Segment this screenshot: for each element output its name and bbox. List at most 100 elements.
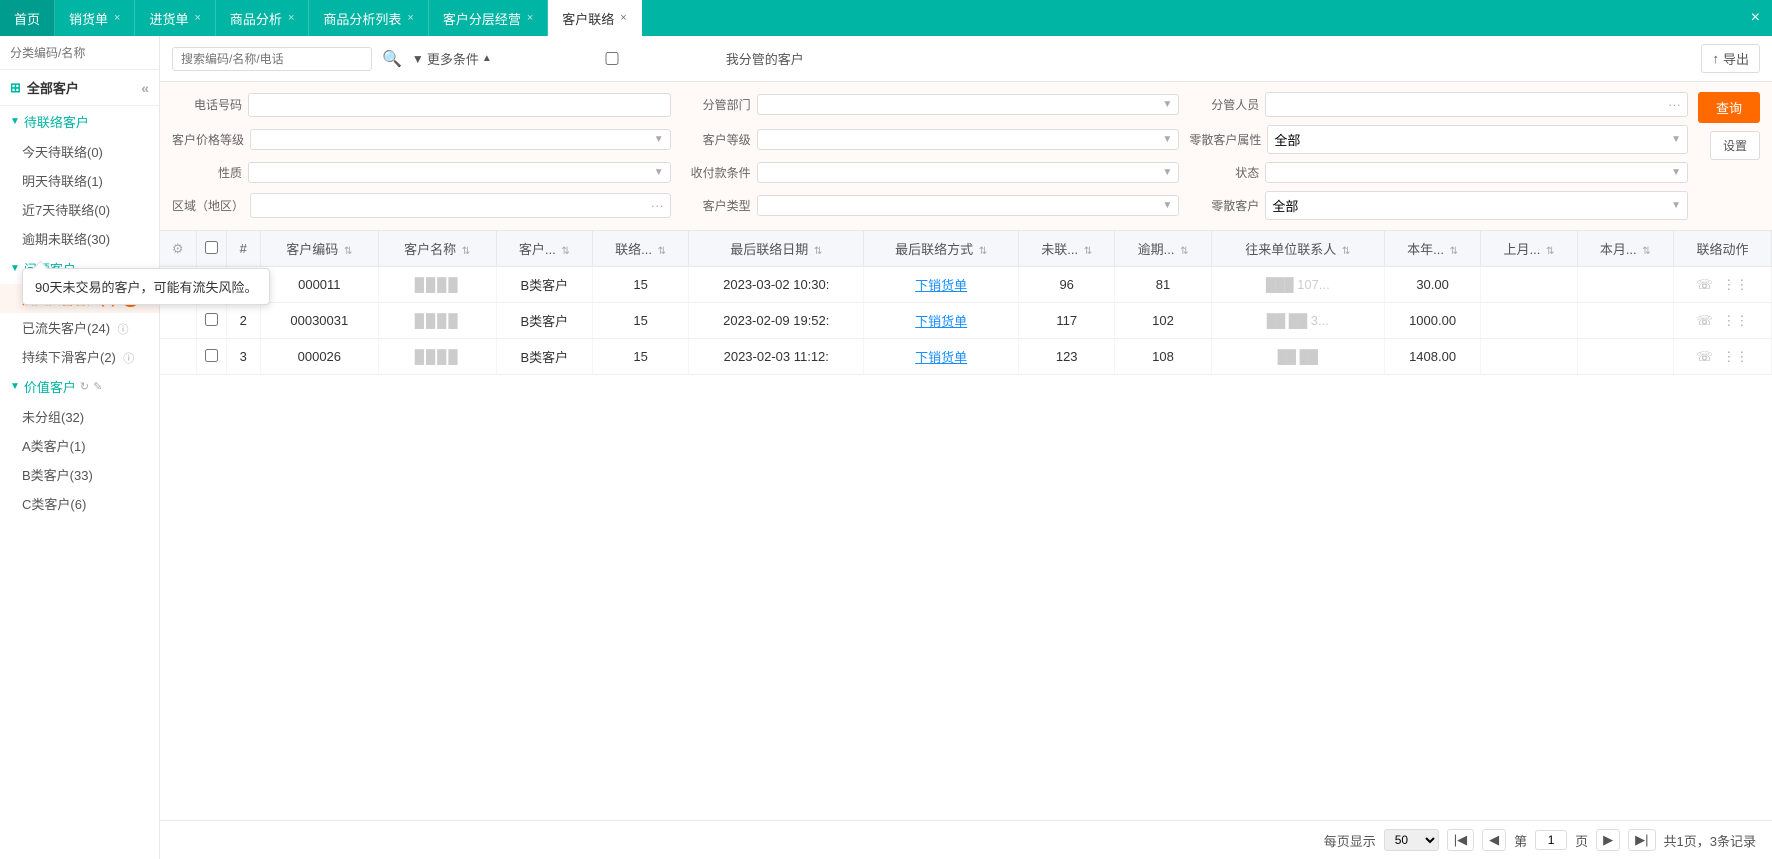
customer-tier-select[interactable]: ▼ bbox=[757, 129, 1180, 150]
filter-icon: ▼ bbox=[412, 52, 424, 66]
filter-zero-customer: 零散客户 全部 ▼ bbox=[1189, 191, 1688, 220]
window-close-btn[interactable]: × bbox=[1739, 9, 1772, 27]
next-page-btn[interactable]: ▶ bbox=[1596, 829, 1620, 851]
action-contact-icon[interactable]: ☏ bbox=[1697, 313, 1713, 328]
sidebar-search-input[interactable] bbox=[10, 46, 160, 60]
th-contact-person[interactable]: 往来单位联系人 ⇅ bbox=[1211, 231, 1384, 267]
th-this-month[interactable]: 本月... ⇅ bbox=[1577, 231, 1673, 267]
row-last-method[interactable]: 下销货单 bbox=[864, 267, 1019, 303]
action-contact-icon[interactable]: ☏ bbox=[1697, 277, 1713, 292]
export-button[interactable]: ↑ 导出 bbox=[1701, 44, 1760, 73]
action-more-icon[interactable]: ⋮⋮ bbox=[1722, 349, 1748, 364]
tab-customer-contact[interactable]: 客户联络 × bbox=[548, 0, 641, 36]
group-value[interactable]: ▼ 价值客户 ↻ ✎ bbox=[0, 371, 159, 402]
row-checkbox[interactable] bbox=[205, 313, 218, 326]
th-code[interactable]: 客户编码 ⇅ bbox=[260, 231, 378, 267]
tab-customer-tier[interactable]: 客户分层经营 × bbox=[429, 0, 548, 36]
row-overdue: 102 bbox=[1115, 303, 1211, 339]
more-conditions-toggle[interactable]: ▼ 更多条件 ▲ bbox=[412, 49, 492, 68]
price-tier-select[interactable]: ▼ bbox=[250, 129, 671, 150]
row-last-date: 2023-02-03 11:12: bbox=[689, 339, 864, 375]
region-dots[interactable]: ··· bbox=[651, 198, 664, 213]
page-number-input[interactable] bbox=[1535, 830, 1567, 850]
my-customers-checkbox[interactable] bbox=[502, 52, 722, 65]
sidebar-item-declining[interactable]: 持续下滑客户(2) ⓘ bbox=[0, 342, 159, 371]
tab-customer-contact-close[interactable]: × bbox=[620, 12, 626, 24]
tab-customer-tier-close[interactable]: × bbox=[527, 12, 533, 24]
prev-page-btn[interactable]: ◀ bbox=[1482, 829, 1506, 851]
customer-type-select[interactable]: ▼ bbox=[757, 195, 1180, 216]
th-contact[interactable]: 联络... ⇅ bbox=[592, 231, 688, 267]
my-customers-filter[interactable]: 我分管的客户 bbox=[502, 49, 804, 68]
search-button[interactable]: 🔍 bbox=[382, 49, 402, 69]
row-checkbox[interactable] bbox=[205, 349, 218, 362]
th-annual[interactable]: 本年... ⇅ bbox=[1384, 231, 1480, 267]
action-more-icon[interactable]: ⋮⋮ bbox=[1722, 277, 1748, 292]
th-unlisted[interactable]: 未联... ⇅ bbox=[1019, 231, 1115, 267]
th-name[interactable]: 客户名称 ⇅ bbox=[378, 231, 496, 267]
tab-goods-analysis[interactable]: 商品分析 × bbox=[216, 0, 309, 36]
th-type[interactable]: 客户... ⇅ bbox=[496, 231, 592, 267]
sort-type-icon: ⇅ bbox=[561, 246, 569, 257]
tab-goods-analysis-list[interactable]: 商品分析列表 × bbox=[309, 0, 428, 36]
person-select[interactable]: ··· bbox=[1265, 92, 1688, 117]
sidebar-item-tier-b[interactable]: B类客户(33) bbox=[0, 460, 159, 489]
region-select[interactable]: ··· bbox=[250, 193, 671, 218]
last-page-btn[interactable]: ▶| bbox=[1628, 829, 1655, 851]
tab-purchase-close[interactable]: × bbox=[194, 12, 200, 24]
gender-select[interactable]: ▼ bbox=[248, 162, 671, 183]
th-last-month[interactable]: 上月... ⇅ bbox=[1481, 231, 1577, 267]
row-no: 2 bbox=[226, 303, 260, 339]
sidebar-item-today[interactable]: 今天待联络(0) bbox=[0, 137, 159, 166]
th-overdue[interactable]: 逾期... ⇅ bbox=[1115, 231, 1211, 267]
action-more-icon[interactable]: ⋮⋮ bbox=[1722, 313, 1748, 328]
sidebar-item-tier-c[interactable]: C类客户(6) bbox=[0, 489, 159, 518]
status-select[interactable]: ▼ bbox=[1265, 162, 1688, 183]
zero-attr-select[interactable]: 全部 ▼ bbox=[1267, 125, 1688, 154]
row-last-month bbox=[1481, 303, 1577, 339]
group-pending[interactable]: ▼ 待联络客户 bbox=[0, 106, 159, 137]
sidebar-collapse-btn[interactable]: « bbox=[141, 80, 149, 96]
page-size-select[interactable]: 50 100 200 bbox=[1384, 829, 1439, 851]
sidebar-item-overdue[interactable]: 逾期未联络(30) bbox=[0, 224, 159, 253]
sidebar-root[interactable]: ⊞ 全部客户 « bbox=[0, 70, 159, 106]
tab-sales[interactable]: 销货单 × bbox=[55, 0, 135, 36]
sidebar-item-7days[interactable]: 近7天待联络(0) bbox=[0, 195, 159, 224]
sidebar-item-ungrouped[interactable]: 未分组(32) bbox=[0, 402, 159, 431]
action-contact-icon[interactable]: ☏ bbox=[1697, 349, 1713, 364]
value-edit-icon[interactable]: ✎ bbox=[93, 380, 102, 393]
tab-sales-close[interactable]: × bbox=[114, 12, 120, 24]
th-no: # bbox=[226, 231, 260, 267]
row-contact-person: ███ 107... bbox=[1211, 267, 1384, 303]
settings-icon[interactable]: ⚙ bbox=[172, 241, 184, 256]
first-page-btn[interactable]: |◀ bbox=[1447, 829, 1474, 851]
filter-row-3: 性质 ▼ 收付款条件 ▼ bbox=[172, 162, 1688, 183]
select-all-checkbox[interactable] bbox=[205, 241, 218, 254]
export-icon: ↑ bbox=[1712, 51, 1719, 66]
query-button[interactable]: 查询 bbox=[1698, 92, 1760, 123]
row-contact: 15 bbox=[592, 303, 688, 339]
person-dots[interactable]: ··· bbox=[1668, 97, 1681, 112]
zero-customer-select[interactable]: 全部 ▼ bbox=[1265, 191, 1688, 220]
th-last-method[interactable]: 最后联络方式 ⇅ bbox=[864, 231, 1019, 267]
setting-button[interactable]: 设置 bbox=[1710, 131, 1760, 160]
row-last-method[interactable]: 下销货单 bbox=[864, 339, 1019, 375]
row-last-method[interactable]: 下销货单 bbox=[864, 303, 1019, 339]
th-settings[interactable]: ⚙ bbox=[160, 231, 196, 267]
sidebar: 🔍 ⊞ 全部客户 « ▼ 待联络客户 今天待联络(0) 明天待联络(1) 近7天… bbox=[0, 36, 160, 859]
tab-purchase[interactable]: 进货单 × bbox=[135, 0, 215, 36]
tab-goods-analysis-close[interactable]: × bbox=[288, 12, 294, 24]
phone-input[interactable] bbox=[248, 93, 671, 117]
th-last-date[interactable]: 最后联络日期 ⇅ bbox=[689, 231, 864, 267]
sidebar-item-churned[interactable]: 已流失客户(24) ⓘ bbox=[0, 313, 159, 342]
tab-goods-analysis-list-close[interactable]: × bbox=[407, 12, 413, 24]
tab-home[interactable]: 首页 bbox=[0, 0, 55, 36]
value-refresh-icon[interactable]: ↻ bbox=[80, 380, 89, 393]
sidebar-item-tier-a[interactable]: A类客户(1) bbox=[0, 431, 159, 460]
payment-select[interactable]: ▼ bbox=[757, 162, 1180, 183]
sidebar-item-tomorrow[interactable]: 明天待联络(1) bbox=[0, 166, 159, 195]
dept-select[interactable]: ▼ bbox=[757, 94, 1180, 115]
search-input[interactable] bbox=[172, 47, 372, 71]
sort-unlisted-icon: ⇅ bbox=[1084, 246, 1092, 257]
row-action: ☏ ⋮⋮ bbox=[1673, 267, 1771, 303]
